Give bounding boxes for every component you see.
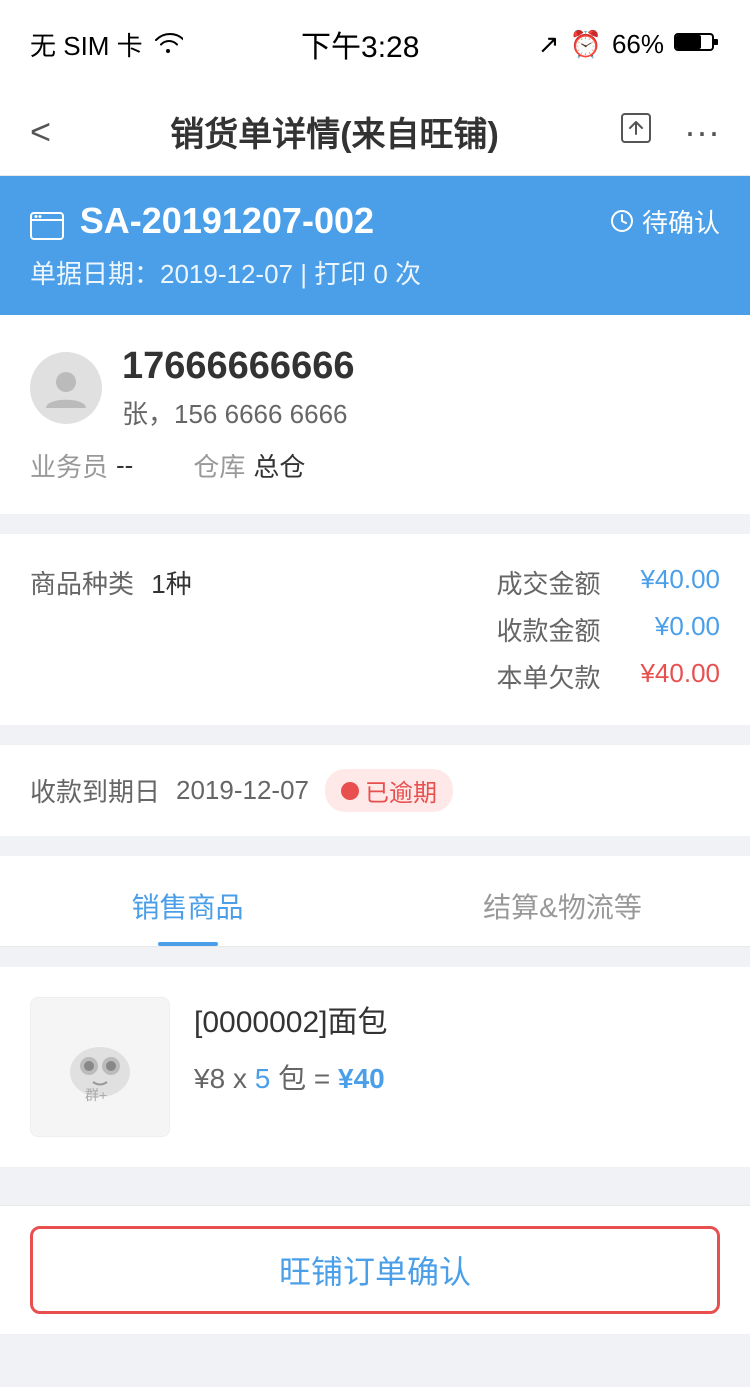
customer-section: 17666666666 张，156 6666 6666 业务员 -- 仓库 总仓 (0, 315, 750, 514)
status-label: 待确认 (642, 203, 720, 240)
tabs-container: 销售商品 结算&物流等 (0, 856, 750, 946)
product-code: [0000002]面包 (194, 1006, 387, 1039)
location-icon: ↗ (538, 29, 560, 60)
tab-sales-products[interactable]: 销售商品 (0, 856, 375, 946)
wifi-icon (153, 29, 183, 60)
product-name: [0000002]面包 (194, 997, 720, 1041)
receipt-value: ¥0.00 (655, 611, 720, 648)
tab-settlement-label: 结算&物流等 (483, 892, 642, 923)
sim-text: 无 SIM 卡 (30, 26, 143, 63)
receipt-row: 收款金额 ¥0.00 (496, 611, 720, 648)
share-icon[interactable] (618, 110, 654, 154)
product-multiply: x (233, 1063, 255, 1094)
customer-meta: 业务员 -- 仓库 总仓 (30, 447, 720, 484)
product-unit: 包 (278, 1063, 306, 1094)
order-date: 单据日期：2019-12-07 | 打印 0 次 (30, 254, 720, 291)
overdue-label: 收款到期日 (30, 772, 160, 809)
order-id: SA-20191207-002 (80, 200, 374, 241)
alarm-icon: ⏰ (570, 29, 602, 60)
product-type-container: 商品种类 1种 (30, 564, 192, 695)
order-header-card: SA-20191207-002 待确认 单据日期：2019-12-07 | 打印… (0, 176, 750, 315)
overdue-text: 已逾期 (365, 773, 437, 808)
arrears-label: 本单欠款 (496, 658, 600, 695)
salesperson-value: -- (116, 450, 133, 481)
overdue-date: 2019-12-07 (176, 775, 309, 806)
summary-section: 商品种类 1种 成交金额 ¥40.00 收款金额 ¥0.00 本单欠款 ¥40.… (0, 534, 750, 725)
order-icon (30, 208, 72, 239)
page-title: 销货单详情(来自旺铺) (170, 107, 499, 156)
product-item: 群+ [0000002]面包 ¥8 x 5 包 = ¥40 (30, 997, 720, 1137)
customer-info: 17666666666 张，156 6666 6666 (122, 345, 354, 431)
confirm-order-label: 旺铺订单确认 (279, 1247, 471, 1293)
amounts-container: 成交金额 ¥40.00 收款金额 ¥0.00 本单欠款 ¥40.00 (496, 564, 720, 695)
overdue-badge: 已逾期 (325, 769, 453, 812)
bottom-bar: 旺铺订单确认 (0, 1205, 750, 1334)
back-button[interactable]: < (30, 111, 51, 153)
product-type-label: 商品种类 (30, 569, 134, 599)
confirm-order-button[interactable]: 旺铺订单确认 (30, 1226, 720, 1314)
nav-right-actions: ··· (618, 110, 720, 154)
product-info: [0000002]面包 ¥8 x 5 包 = ¥40 (194, 997, 720, 1097)
customer-top: 17666666666 张，156 6666 6666 (30, 345, 720, 431)
product-unit-price: ¥8 (194, 1063, 225, 1094)
tab-sales-label: 销售商品 (131, 892, 243, 923)
salesperson-item: 业务员 -- (30, 447, 133, 484)
product-equals: = (314, 1063, 338, 1094)
tab-settlement[interactable]: 结算&物流等 (375, 856, 750, 946)
arrears-value: ¥40.00 (640, 658, 720, 695)
overdue-dot-icon (341, 782, 359, 800)
customer-phone: 17666666666 (122, 345, 354, 388)
warehouse-label: 仓库 (193, 447, 245, 484)
status-right: ↗ ⏰ 66% (538, 29, 720, 60)
status-time: 下午3:28 (301, 22, 419, 66)
order-status: 待确认 (610, 203, 720, 240)
warehouse-item: 仓库 总仓 (193, 447, 305, 484)
tabs-section: 销售商品 结算&物流等 (0, 856, 750, 947)
svg-text:群+: 群+ (85, 1087, 107, 1102)
product-thumbnail: 群+ (30, 997, 170, 1137)
product-price: ¥8 x 5 包 = ¥40 (194, 1057, 720, 1097)
overdue-section: 收款到期日 2019-12-07 已逾期 (0, 745, 750, 836)
more-icon[interactable]: ··· (684, 111, 720, 153)
battery-text: 66% (612, 29, 664, 60)
product-quantity: 5 (255, 1063, 271, 1094)
transaction-row: 成交金额 ¥40.00 (496, 564, 720, 601)
arrears-row: 本单欠款 ¥40.00 (496, 658, 720, 695)
customer-avatar (30, 352, 102, 424)
status-left: 无 SIM 卡 (30, 26, 183, 63)
order-header-top: SA-20191207-002 待确认 (30, 200, 720, 242)
product-total: ¥40 (338, 1063, 385, 1094)
product-type-value: 1种 (151, 569, 191, 599)
transaction-value: ¥40.00 (640, 564, 720, 601)
status-bar: 无 SIM 卡 下午3:28 ↗ ⏰ 66% (0, 0, 750, 88)
transaction-label: 成交金额 (496, 564, 600, 601)
salesperson-label: 业务员 (30, 447, 108, 484)
product-section: 群+ [0000002]面包 ¥8 x 5 包 = ¥40 (0, 967, 750, 1167)
customer-name: 张，156 6666 6666 (122, 394, 354, 431)
nav-bar: < 销货单详情(来自旺铺) ··· (0, 88, 750, 176)
warehouse-value: 总仓 (253, 447, 305, 484)
battery-icon (674, 29, 720, 60)
receipt-label: 收款金额 (496, 611, 600, 648)
order-id-container: SA-20191207-002 (30, 200, 374, 242)
